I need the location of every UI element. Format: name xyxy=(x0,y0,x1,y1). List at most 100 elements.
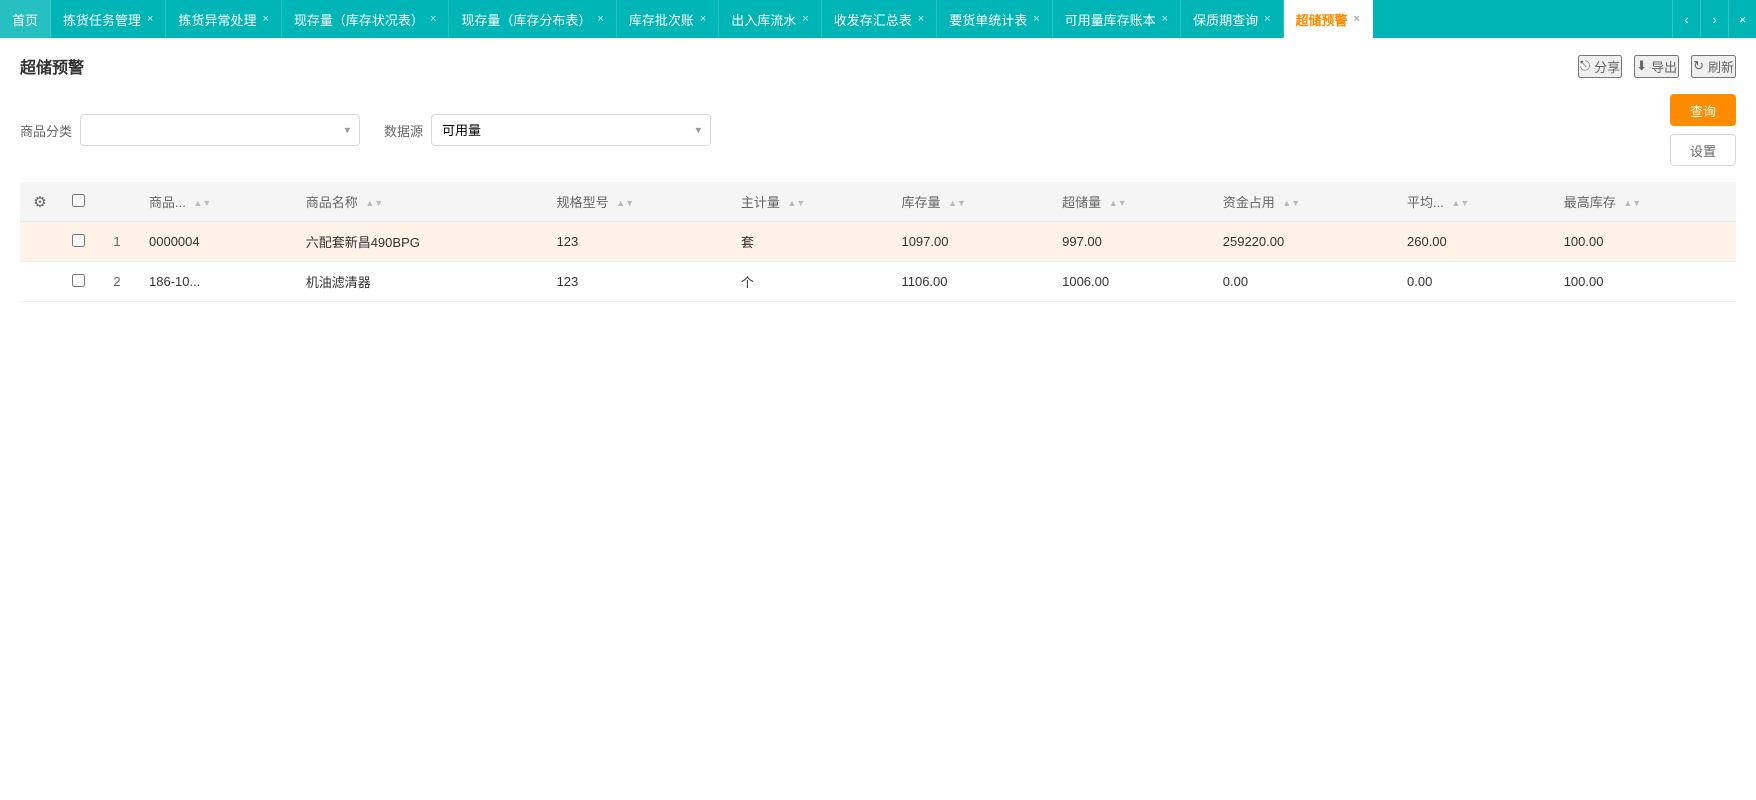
nav-item-stock-dist[interactable]: 现存量（库存分布表） × xyxy=(449,0,616,38)
nav-item-stock-status-close[interactable]: × xyxy=(430,13,436,25)
unit-sort-icon[interactable]: ▲▼ xyxy=(787,199,805,208)
nav-item-available-close[interactable]: × xyxy=(1162,13,1168,25)
nav-item-collect-label: 收发存汇总表 xyxy=(834,10,912,29)
nav-item-inout-flow-close[interactable]: × xyxy=(802,13,808,25)
row-sku-code: 0000004 xyxy=(137,222,294,262)
row-unit: 套 xyxy=(729,222,890,262)
col-capital[interactable]: 资金占用 ▲▼ xyxy=(1211,182,1395,222)
row-number: 1 xyxy=(97,222,137,262)
datasource-select[interactable]: 可用量 xyxy=(431,114,711,146)
share-icon: ⎋ xyxy=(1580,58,1590,74)
select-all-checkbox[interactable] xyxy=(72,194,85,207)
row-max-stock: 100.00 xyxy=(1552,262,1736,302)
nav-item-inout-flow[interactable]: 出入库流水 × xyxy=(719,0,821,38)
nav-item-stock-status-label: 现存量（库存状况表） xyxy=(294,10,424,29)
nav-item-available[interactable]: 可用量库存账本 × xyxy=(1053,0,1181,38)
category-label: 商品分类 xyxy=(20,121,72,140)
filter-group-datasource: 数据源 可用量 ▾ xyxy=(384,114,711,146)
spec-sort-icon[interactable]: ▲▼ xyxy=(616,199,634,208)
col-overstock[interactable]: 超储量 ▲▼ xyxy=(1050,182,1211,222)
nav-item-overstock-close[interactable]: × xyxy=(1354,13,1360,25)
action-buttons: 查询 设置 xyxy=(1670,94,1736,166)
nav-item-home[interactable]: 首页 xyxy=(0,0,51,38)
row-spec: 123 xyxy=(545,262,729,302)
row-overstock: 1006.00 xyxy=(1050,262,1211,302)
nav-item-batch-label: 库存批次账 xyxy=(629,10,694,29)
col-checkbox xyxy=(60,182,97,222)
col-avg[interactable]: 平均... ▲▼ xyxy=(1395,182,1552,222)
col-max-stock[interactable]: 最高库存 ▲▼ xyxy=(1552,182,1736,222)
row-stock: 1106.00 xyxy=(889,262,1050,302)
nav-item-stock-dist-label: 现存量（库存分布表） xyxy=(461,10,591,29)
nav-item-abnormal-label: 拣货异常处理 xyxy=(178,10,256,29)
nav-item-abnormal[interactable]: 拣货异常处理 × xyxy=(166,0,281,38)
nav-item-abnormal-close[interactable]: × xyxy=(262,13,268,25)
row-capital: 259220.00 xyxy=(1211,222,1395,262)
page-container: 超储预警 ⎋ 分享 ⬇ 导出 ↻ 刷新 商品分类 ▾ xyxy=(0,38,1756,800)
category-select[interactable] xyxy=(80,114,360,146)
col-row-num xyxy=(97,182,137,222)
col-sku-name[interactable]: 商品名称 ▲▼ xyxy=(294,182,545,222)
row-gear-cell xyxy=(20,262,60,302)
row-spec: 123 xyxy=(545,222,729,262)
nav-item-quality-label: 保质期查询 xyxy=(1193,10,1258,29)
col-gear: ⚙ xyxy=(20,182,60,222)
row-max-stock: 100.00 xyxy=(1552,222,1736,262)
stock-sort-icon[interactable]: ▲▼ xyxy=(948,199,966,208)
row-checkbox-cell xyxy=(60,222,97,262)
nav-arrow-more[interactable]: × xyxy=(1728,0,1756,38)
row-gear-cell xyxy=(20,222,60,262)
table-body: 1 0000004 六配套新昌490BPG 123 套 1097.00 997.… xyxy=(20,222,1736,302)
nav-item-batch-close[interactable]: × xyxy=(700,13,706,25)
sku-code-sort-icon[interactable]: ▲▼ xyxy=(193,199,211,208)
nav-arrow-left[interactable]: ‹ xyxy=(1672,0,1700,38)
col-spec[interactable]: 规格型号 ▲▼ xyxy=(545,182,729,222)
nav-item-task-mgmt-close[interactable]: × xyxy=(147,13,153,25)
category-select-wrapper: ▾ xyxy=(80,114,360,146)
nav-item-available-label: 可用量库存账本 xyxy=(1065,10,1156,29)
nav-item-task-mgmt-label: 拣货任务管理 xyxy=(63,10,141,29)
row-checkbox-0[interactable] xyxy=(72,234,85,247)
nav-item-stock-status[interactable]: 现存量（库存状况表） × xyxy=(282,0,449,38)
row-avg: 260.00 xyxy=(1395,222,1552,262)
row-stock: 1097.00 xyxy=(889,222,1050,262)
max-stock-sort-icon[interactable]: ▲▼ xyxy=(1623,199,1641,208)
col-sku-code[interactable]: 商品... ▲▼ xyxy=(137,182,294,222)
top-nav: 首页 拣货任务管理 × 拣货异常处理 × 现存量（库存状况表） × 现存量（库存… xyxy=(0,0,1756,38)
share-button[interactable]: ⎋ 分享 xyxy=(1578,55,1622,78)
nav-item-quality[interactable]: 保质期查询 × xyxy=(1181,0,1283,38)
table-settings-icon[interactable]: ⚙ xyxy=(33,194,46,211)
avg-sort-icon[interactable]: ▲▼ xyxy=(1451,199,1469,208)
nav-item-overstock[interactable]: 超储预警 × xyxy=(1284,0,1373,38)
capital-sort-icon[interactable]: ▲▼ xyxy=(1282,199,1300,208)
nav-item-collect-close[interactable]: × xyxy=(918,13,924,25)
nav-item-collect[interactable]: 收发存汇总表 × xyxy=(822,0,937,38)
nav-item-order-stat-label: 要货单统计表 xyxy=(949,10,1027,29)
nav-item-quality-close[interactable]: × xyxy=(1264,13,1270,25)
export-button[interactable]: ⬇ 导出 xyxy=(1634,55,1679,78)
export-icon: ⬇ xyxy=(1636,58,1647,74)
nav-item-home-label: 首页 xyxy=(12,10,38,29)
sku-name-sort-icon[interactable]: ▲▼ xyxy=(365,199,383,208)
nav-arrow-right[interactable]: › xyxy=(1700,0,1728,38)
nav-item-stock-dist-close[interactable]: × xyxy=(597,13,603,25)
settings-button[interactable]: 设置 xyxy=(1670,134,1736,166)
row-capital: 0.00 xyxy=(1211,262,1395,302)
refresh-button[interactable]: ↻ 刷新 xyxy=(1691,55,1736,78)
datasource-select-wrapper: 可用量 ▾ xyxy=(431,114,711,146)
nav-item-order-stat-close[interactable]: × xyxy=(1033,13,1039,25)
row-checkbox-1[interactable] xyxy=(72,274,85,287)
table-row: 1 0000004 六配套新昌490BPG 123 套 1097.00 997.… xyxy=(20,222,1736,262)
nav-item-inout-flow-label: 出入库流水 xyxy=(731,10,796,29)
nav-item-task-mgmt[interactable]: 拣货任务管理 × xyxy=(51,0,166,38)
nav-item-batch[interactable]: 库存批次账 × xyxy=(617,0,719,38)
row-checkbox-cell xyxy=(60,262,97,302)
col-stock[interactable]: 库存量 ▲▼ xyxy=(889,182,1050,222)
filter-area: 商品分类 ▾ 数据源 可用量 ▾ 查询 设置 xyxy=(20,94,1736,166)
nav-item-order-stat[interactable]: 要货单统计表 × xyxy=(937,0,1052,38)
query-button[interactable]: 查询 xyxy=(1670,94,1736,126)
col-unit[interactable]: 主计量 ▲▼ xyxy=(729,182,890,222)
overstock-sort-icon[interactable]: ▲▼ xyxy=(1109,199,1127,208)
nav-arrows: ‹ › × xyxy=(1672,0,1756,38)
row-avg: 0.00 xyxy=(1395,262,1552,302)
